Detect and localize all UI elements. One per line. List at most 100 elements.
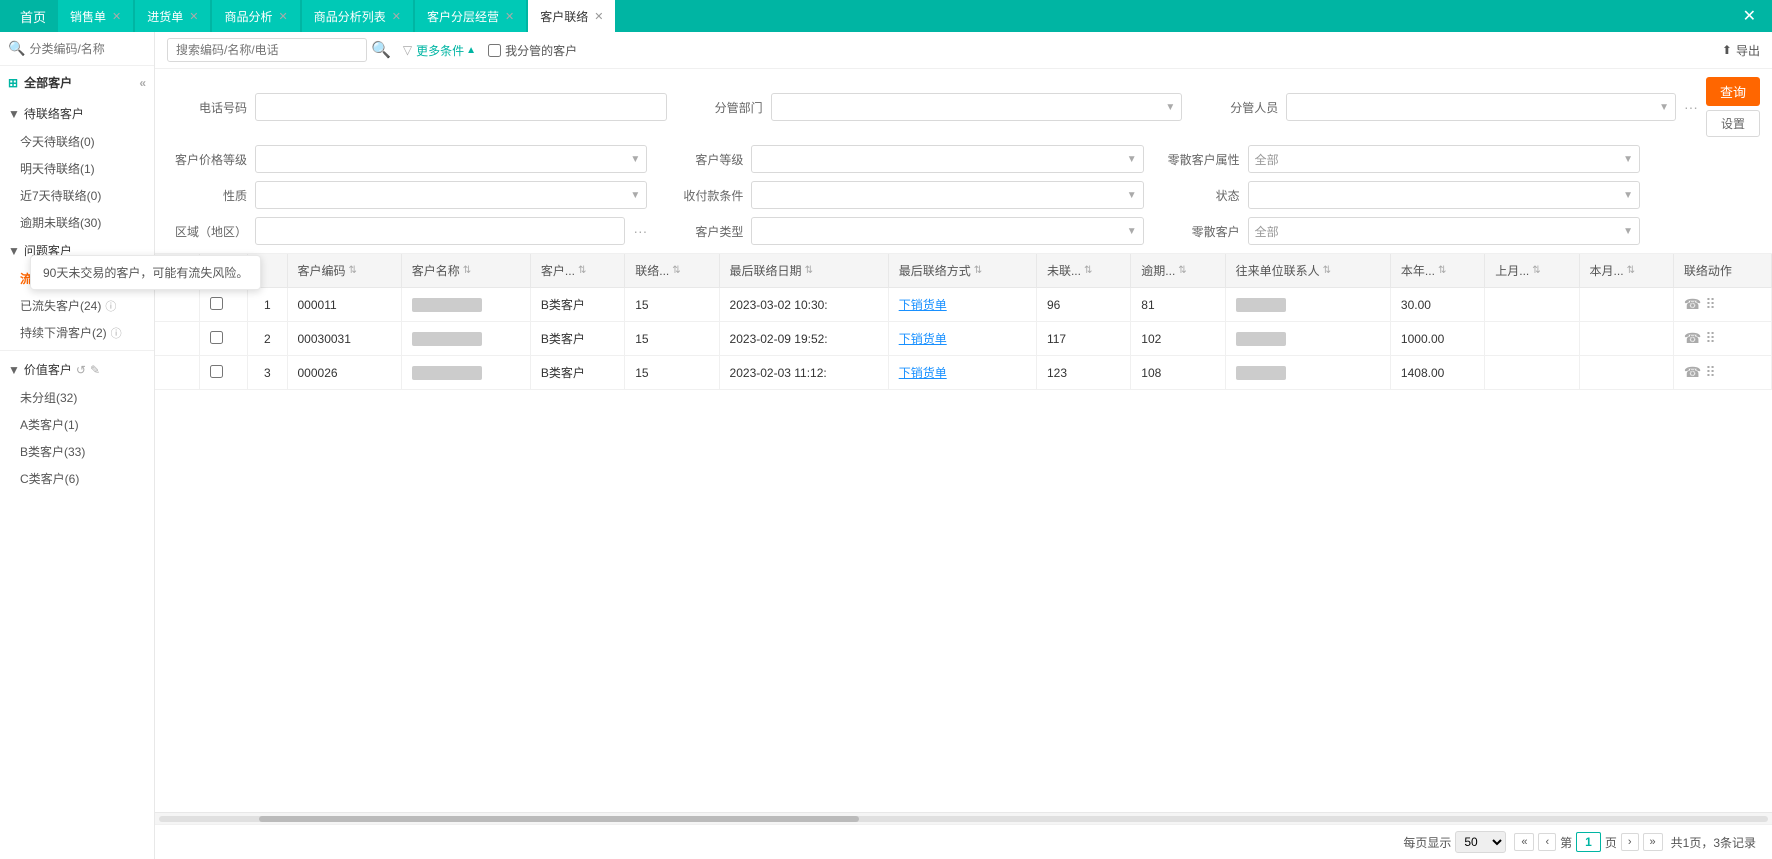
sidebar-item-a-class[interactable]: A类客户(1) — [0, 411, 154, 438]
row-last-method-1[interactable]: 下销货单 — [888, 322, 1036, 356]
last-page-button[interactable]: » — [1643, 833, 1663, 851]
col-last-contact-method[interactable]: 最后联络方式 ⇅ — [888, 254, 1036, 288]
phone-input[interactable] — [255, 93, 667, 121]
action-phone-0[interactable]: ☎ — [1684, 296, 1701, 313]
customer-level-select[interactable]: ▼ — [751, 145, 1143, 173]
row-checkbox-0[interactable] — [210, 297, 223, 310]
all-customers-label: 全部客户 — [24, 74, 72, 91]
close-tab-analysis[interactable]: ✕ — [279, 10, 288, 23]
row-checkbox-1[interactable] — [210, 331, 223, 344]
tab-customer-contact[interactable]: 客户联络 ✕ — [528, 0, 615, 32]
action-more-0[interactable]: ⠿ — [1705, 296, 1715, 313]
zero-attr-select[interactable]: 全部 ▼ — [1248, 145, 1640, 173]
status-select[interactable]: ▼ — [1248, 181, 1640, 209]
settings-button[interactable]: 设置 — [1706, 110, 1760, 137]
col-contact[interactable]: 联络... ⇅ — [625, 254, 719, 288]
tab-analysis[interactable]: 商品分析 ✕ — [212, 0, 299, 32]
close-tab-sales[interactable]: ✕ — [112, 10, 121, 23]
arrow-icon2: ▼ — [8, 244, 20, 258]
action-phone-2[interactable]: ☎ — [1684, 364, 1701, 381]
nature-select[interactable]: ▼ — [255, 181, 647, 209]
row-num-2: 3 — [248, 356, 287, 390]
sidebar-all-customers-header[interactable]: ⊞ 全部客户 « — [0, 66, 154, 99]
sidebar-item-7days[interactable]: 近7天待联络(0) — [0, 182, 154, 209]
query-button[interactable]: 查询 — [1706, 77, 1760, 106]
row-name-1[interactable] — [401, 322, 530, 356]
next-page-button[interactable]: › — [1621, 833, 1639, 851]
col-unit-contact[interactable]: 往来单位联系人 ⇅ — [1225, 254, 1390, 288]
sidebar: 🔍 ⊞ 全部客户 « ▼ 待联络客户 今天待联络(0) 明天待联络(1) 近7天… — [0, 32, 155, 859]
sort-icon-type: ⇅ — [578, 265, 586, 276]
customer-level-arrow: ▼ — [1127, 154, 1137, 165]
sidebar-item-c-class[interactable]: C类客户(6) — [0, 465, 154, 492]
col-last-contact-date[interactable]: 最后联络日期 ⇅ — [719, 254, 888, 288]
export-button[interactable]: ⬆ 导出 — [1722, 42, 1760, 59]
person-dots[interactable]: ··· — [1684, 99, 1698, 115]
sidebar-item-b-class[interactable]: B类客户(33) — [0, 438, 154, 465]
sidebar-group-value[interactable]: ▼ 价值客户 ↺ ✎ — [0, 355, 154, 384]
row-this-month-0 — [1579, 288, 1673, 322]
edit-icon-value[interactable]: ✎ — [90, 363, 100, 377]
col-this-year[interactable]: 本年... ⇅ — [1390, 254, 1484, 288]
row-name-0[interactable] — [401, 288, 530, 322]
payment-select[interactable]: ▼ — [751, 181, 1143, 209]
sidebar-item-declining[interactable]: 持续下滑客户(2) ⓘ — [0, 319, 154, 346]
search-input[interactable] — [167, 38, 367, 62]
first-page-button[interactable]: « — [1514, 833, 1534, 851]
action-more-1[interactable]: ⠿ — [1705, 330, 1715, 347]
customer-type-select[interactable]: ▼ — [751, 217, 1143, 245]
col-last-month[interactable]: 上月... ⇅ — [1485, 254, 1579, 288]
col-uncontacted[interactable]: 未联... ⇅ — [1036, 254, 1130, 288]
person-select[interactable]: ▼ — [1286, 93, 1676, 121]
col-code[interactable]: 客户编码 ⇅ — [287, 254, 401, 288]
action-phone-1[interactable]: ☎ — [1684, 330, 1701, 347]
sidebar-item-churned[interactable]: 已流失客户(24) ⓘ — [0, 292, 154, 319]
horizontal-scrollbar[interactable] — [155, 812, 1772, 824]
sidebar-item-ungrouped[interactable]: 未分组(32) — [0, 384, 154, 411]
col-overdue[interactable]: 逾期... ⇅ — [1131, 254, 1225, 288]
close-tab-customer-layer[interactable]: ✕ — [505, 10, 514, 23]
scrollbar-thumb[interactable] — [259, 816, 859, 822]
row-last-method-0[interactable]: 下销货单 — [888, 288, 1036, 322]
col-type[interactable]: 客户... ⇅ — [530, 254, 624, 288]
row-last-month-2 — [1485, 356, 1579, 390]
dept-select[interactable]: ▼ — [771, 93, 1183, 121]
page-size-select[interactable]: 50 100 200 — [1455, 831, 1506, 853]
collapse-icon[interactable]: « — [139, 76, 146, 90]
area-dots[interactable]: ··· — [633, 223, 647, 239]
col-name[interactable]: 客户名称 ⇅ — [401, 254, 530, 288]
row-name-2[interactable] — [401, 356, 530, 390]
refresh-icon-value[interactable]: ↺ — [76, 363, 86, 377]
tab-customer-layer[interactable]: 客户分层经营 ✕ — [415, 0, 526, 32]
my-customers-checkbox-label[interactable]: 我分管的客户 — [488, 42, 577, 59]
window-close-button[interactable]: ✕ — [1735, 6, 1764, 26]
tab-purchase[interactable]: 进货单 ✕ — [135, 0, 210, 32]
info-icon-churned: ⓘ — [105, 298, 116, 314]
prev-page-button[interactable]: ‹ — [1538, 833, 1556, 851]
area-select[interactable] — [255, 217, 625, 245]
close-tab-analysis-list[interactable]: ✕ — [392, 10, 401, 23]
zero-customer-select[interactable]: 全部 ▼ — [1248, 217, 1640, 245]
my-customers-checkbox[interactable] — [488, 44, 501, 57]
row-last-method-2[interactable]: 下销货单 — [888, 356, 1036, 390]
tab-home[interactable]: 首页 — [8, 0, 58, 32]
sidebar-item-today[interactable]: 今天待联络(0) — [0, 128, 154, 155]
total-info: 共1页，3条记录 — [1671, 834, 1756, 851]
row-overdue-0: 81 — [1131, 288, 1225, 322]
more-conditions-button[interactable]: ▽ 更多条件 ▲ — [403, 42, 476, 59]
sidebar-group-pending[interactable]: ▼ 待联络客户 — [0, 99, 154, 128]
close-tab-customer-contact[interactable]: ✕ — [594, 10, 603, 23]
action-more-2[interactable]: ⠿ — [1705, 364, 1715, 381]
close-tab-purchase[interactable]: ✕ — [189, 10, 198, 23]
price-level-label: 客户价格等级 — [167, 151, 247, 168]
sidebar-item-overdue[interactable]: 逾期未联络(30) — [0, 209, 154, 236]
price-level-select[interactable]: ▼ — [255, 145, 647, 173]
search-button[interactable]: 🔍 — [371, 40, 391, 60]
tab-sales[interactable]: 销售单 ✕ — [58, 0, 133, 32]
sidebar-item-tomorrow[interactable]: 明天待联络(1) — [0, 155, 154, 182]
area-label: 区域（地区） — [167, 223, 247, 240]
col-this-month[interactable]: 本月... ⇅ — [1579, 254, 1673, 288]
tab-analysis-list[interactable]: 商品分析列表 ✕ — [302, 0, 413, 32]
sidebar-search-input[interactable] — [29, 42, 155, 56]
row-checkbox-2[interactable] — [210, 365, 223, 378]
